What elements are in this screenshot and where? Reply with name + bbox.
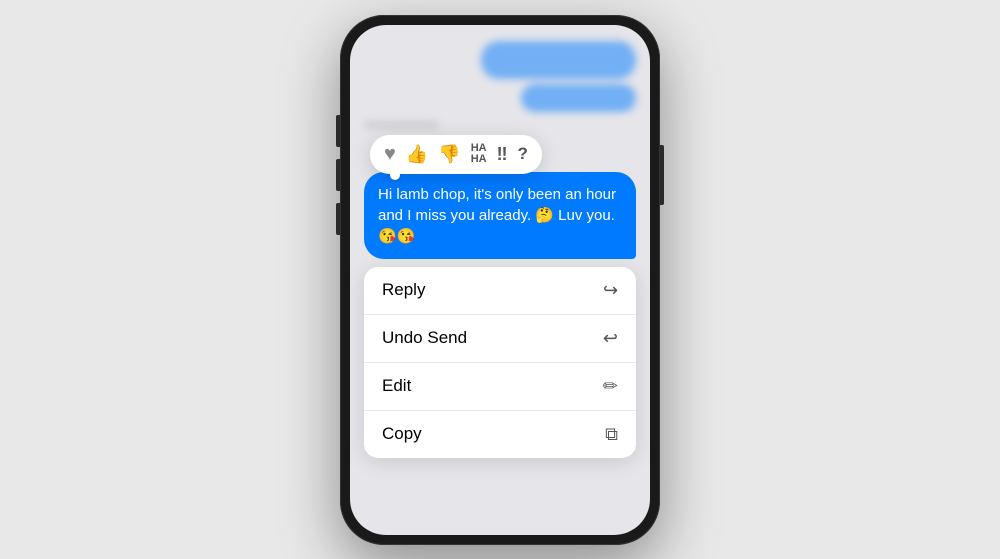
blurred-bubble-1: [481, 41, 636, 79]
phone-screen: ♥ 👍 👎 HAHA ‼ ? Hi lamb chop, it's only b…: [350, 25, 650, 535]
menu-item-undo-send-label: Undo Send: [382, 328, 467, 348]
question-reaction-btn[interactable]: ?: [517, 144, 527, 164]
menu-item-reply[interactable]: Reply ↩: [364, 267, 636, 315]
heart-reaction-btn[interactable]: ♥: [384, 143, 396, 166]
main-message-text: Hi lamb chop, it's only been an hour and…: [378, 186, 616, 245]
haha-reaction-btn[interactable]: HAHA: [471, 143, 487, 165]
screen-content: ♥ 👍 👎 HAHA ‼ ? Hi lamb chop, it's only b…: [350, 25, 650, 535]
reply-icon: ↩: [603, 280, 618, 301]
context-menu: Reply ↩ Undo Send ↩ Edit ✏ Copy ⧉: [364, 267, 636, 458]
menu-item-undo-send[interactable]: Undo Send ↩: [364, 315, 636, 363]
blurred-timestamp: [364, 121, 439, 129]
menu-item-copy[interactable]: Copy ⧉: [364, 411, 636, 458]
undo-send-icon: ↩: [603, 328, 618, 349]
reaction-popup: ♥ 👍 👎 HAHA ‼ ?: [370, 135, 542, 174]
main-message-bubble: Hi lamb chop, it's only been an hour and…: [364, 172, 636, 259]
thumbsdown-reaction-btn[interactable]: 👎: [438, 144, 460, 165]
blurred-messages: [350, 25, 650, 129]
menu-item-reply-label: Reply: [382, 280, 425, 300]
thumbsup-reaction-btn[interactable]: 👍: [406, 144, 428, 165]
phone-frame: ♥ 👍 👎 HAHA ‼ ? Hi lamb chop, it's only b…: [340, 15, 660, 545]
menu-item-copy-label: Copy: [382, 424, 422, 444]
blurred-bubble-2: [521, 84, 636, 112]
menu-item-edit-label: Edit: [382, 376, 411, 396]
menu-item-edit[interactable]: Edit ✏: [364, 363, 636, 411]
copy-icon: ⧉: [605, 424, 618, 445]
edit-icon: ✏: [603, 376, 618, 397]
exclaim-reaction-btn[interactable]: ‼: [497, 144, 508, 165]
